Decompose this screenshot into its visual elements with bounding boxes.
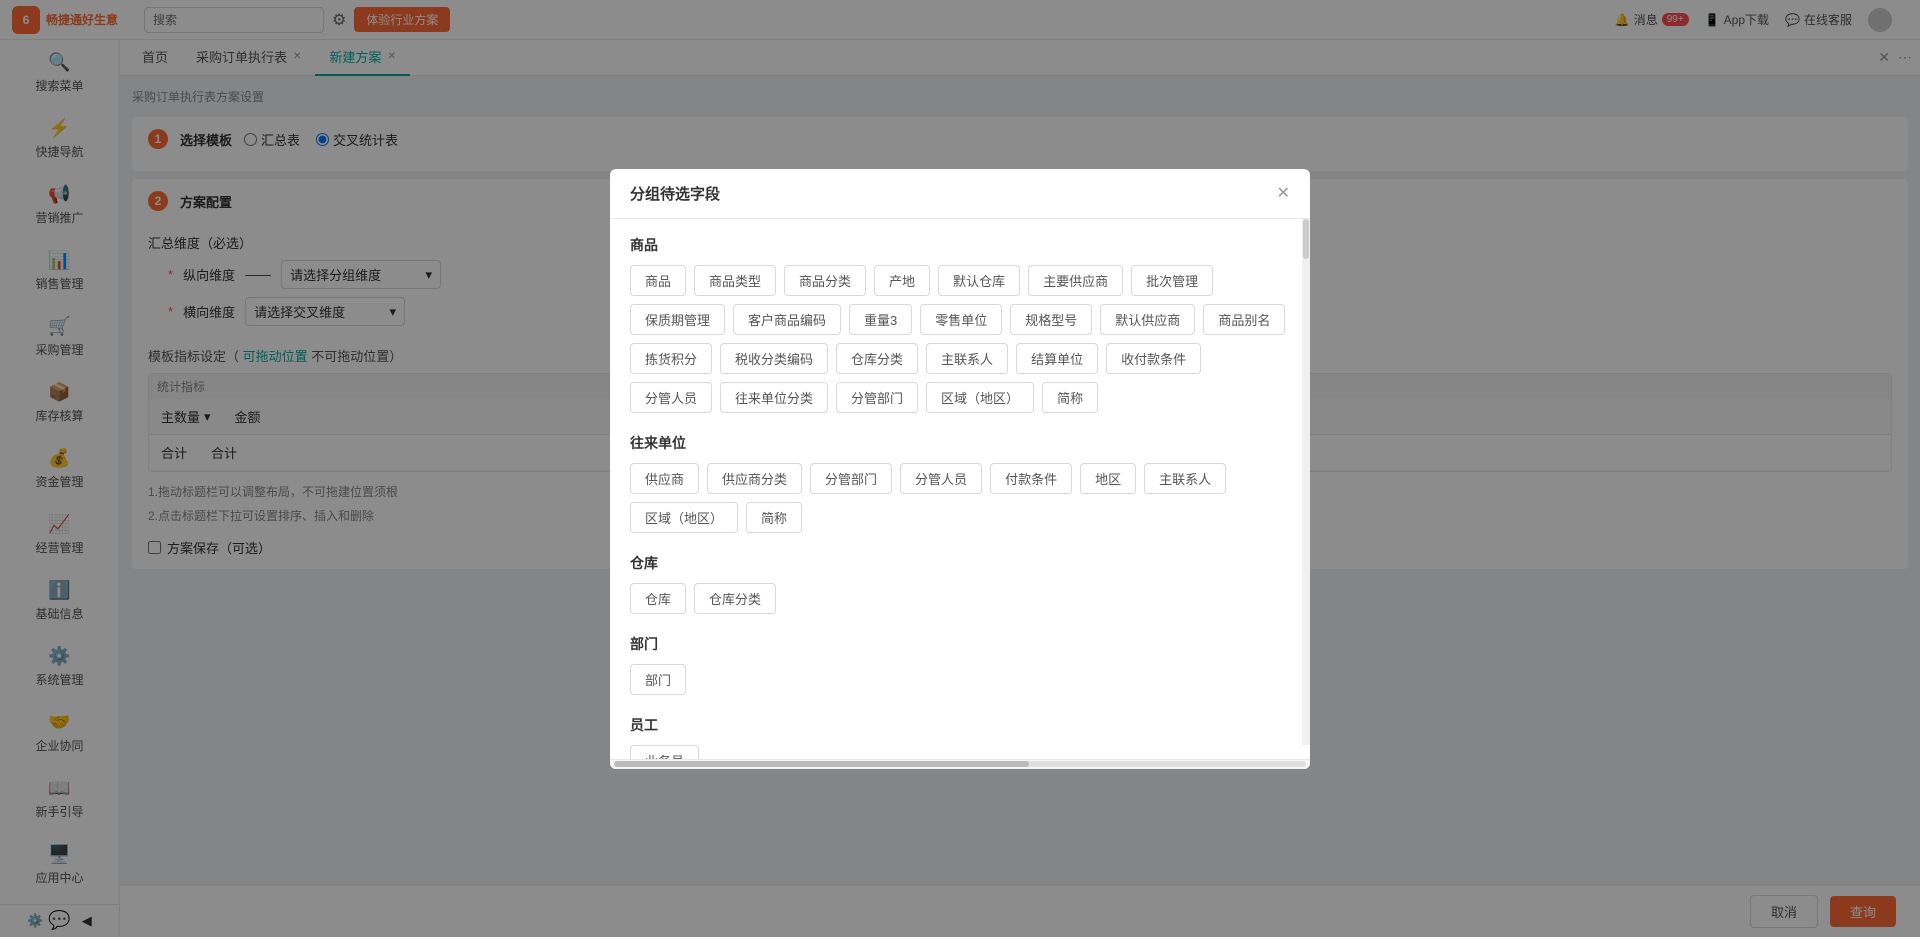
field-tag-0-10[interactable]: 零售单位: [920, 304, 1002, 335]
field-tag-3-0[interactable]: 部门: [630, 664, 686, 695]
field-tag-1-0[interactable]: 供应商: [630, 463, 699, 494]
modal-body[interactable]: 商品商品商品类型商品分类产地默认仓库主要供应商批次管理保质期管理客户商品编码重量…: [610, 219, 1310, 759]
field-tag-1-8[interactable]: 简称: [746, 502, 802, 533]
field-tags-3: 部门: [630, 664, 1290, 695]
field-tag-1-5[interactable]: 地区: [1080, 463, 1136, 494]
field-tag-0-18[interactable]: 结算单位: [1016, 343, 1098, 374]
field-tag-0-7[interactable]: 保质期管理: [630, 304, 725, 335]
field-tag-0-3[interactable]: 产地: [874, 265, 930, 296]
field-tag-0-11[interactable]: 规格型号: [1010, 304, 1092, 335]
field-tag-0-15[interactable]: 税收分类编码: [720, 343, 828, 374]
modal-header: 分组待选字段 ✕: [610, 169, 1310, 219]
field-tag-0-13[interactable]: 商品别名: [1203, 304, 1285, 335]
field-tag-4-0[interactable]: 业务员: [630, 745, 699, 759]
field-tag-0-22[interactable]: 分管部门: [836, 382, 918, 413]
field-tag-0-12[interactable]: 默认供应商: [1100, 304, 1195, 335]
field-tag-0-20[interactable]: 分管人员: [630, 382, 712, 413]
field-tag-2-1[interactable]: 仓库分类: [694, 583, 776, 614]
field-tags-1: 供应商供应商分类分管部门分管人员付款条件地区主联系人区域（地区） 简称: [630, 463, 1290, 533]
field-group-1: 往来单位供应商供应商分类分管部门分管人员付款条件地区主联系人区域（地区） 简称: [630, 433, 1290, 533]
field-group-title-2: 仓库: [630, 553, 1290, 573]
field-tag-0-17[interactable]: 主联系人: [926, 343, 1008, 374]
field-group-title-0: 商品: [630, 235, 1290, 255]
field-tags-4: 业务员: [630, 745, 1290, 759]
field-group-0: 商品商品商品类型商品分类产地默认仓库主要供应商批次管理保质期管理客户商品编码重量…: [630, 235, 1290, 413]
field-group-3: 部门部门: [630, 634, 1290, 695]
field-group-title-4: 员工: [630, 715, 1290, 735]
field-tag-0-5[interactable]: 主要供应商: [1028, 265, 1123, 296]
field-tag-1-4[interactable]: 付款条件: [990, 463, 1072, 494]
field-tag-0-8[interactable]: 客户商品编码: [733, 304, 841, 335]
field-tag-0-16[interactable]: 仓库分类: [836, 343, 918, 374]
field-tag-1-2[interactable]: 分管部门: [810, 463, 892, 494]
field-tag-0-14[interactable]: 拣货积分: [630, 343, 712, 374]
field-tag-1-3[interactable]: 分管人员: [900, 463, 982, 494]
field-tag-0-23[interactable]: 区域（地区）: [926, 382, 1034, 413]
field-group-2: 仓库仓库仓库分类: [630, 553, 1290, 614]
field-tag-1-1[interactable]: 供应商分类: [707, 463, 802, 494]
modal-title: 分组待选字段: [630, 183, 720, 204]
field-tag-0-6[interactable]: 批次管理: [1131, 265, 1213, 296]
field-tag-0-1[interactable]: 商品类型: [694, 265, 776, 296]
field-tag-0-4[interactable]: 默认仓库: [938, 265, 1020, 296]
field-tag-0-2[interactable]: 商品分类: [784, 265, 866, 296]
field-tags-0: 商品商品类型商品分类产地默认仓库主要供应商批次管理保质期管理客户商品编码重量3 零…: [630, 265, 1290, 413]
field-group-4: 员工业务员: [630, 715, 1290, 759]
field-tag-1-7[interactable]: 区域（地区）: [630, 502, 738, 533]
modal-horizontal-scrollbar[interactable]: [610, 759, 1310, 769]
field-tag-0-9[interactable]: 重量3: [849, 304, 912, 335]
field-group-title-3: 部门: [630, 634, 1290, 654]
modal-close-button[interactable]: ✕: [1277, 183, 1290, 203]
field-tag-2-0[interactable]: 仓库: [630, 583, 686, 614]
modal-dialog: 分组待选字段 ✕ 商品商品商品类型商品分类产地默认仓库主要供应商批次管理保质期管…: [610, 169, 1310, 769]
field-tag-0-24[interactable]: 简称: [1042, 382, 1098, 413]
field-tag-0-19[interactable]: 收付款条件: [1106, 343, 1201, 374]
field-tags-2: 仓库仓库分类: [630, 583, 1290, 614]
modal-overlay[interactable]: 分组待选字段 ✕ 商品商品商品类型商品分类产地默认仓库主要供应商批次管理保质期管…: [0, 0, 1920, 937]
field-tag-0-21[interactable]: 往来单位分类: [720, 382, 828, 413]
field-group-title-1: 往来单位: [630, 433, 1290, 453]
field-tag-1-6[interactable]: 主联系人: [1144, 463, 1226, 494]
field-tag-0-0[interactable]: 商品: [630, 265, 686, 296]
